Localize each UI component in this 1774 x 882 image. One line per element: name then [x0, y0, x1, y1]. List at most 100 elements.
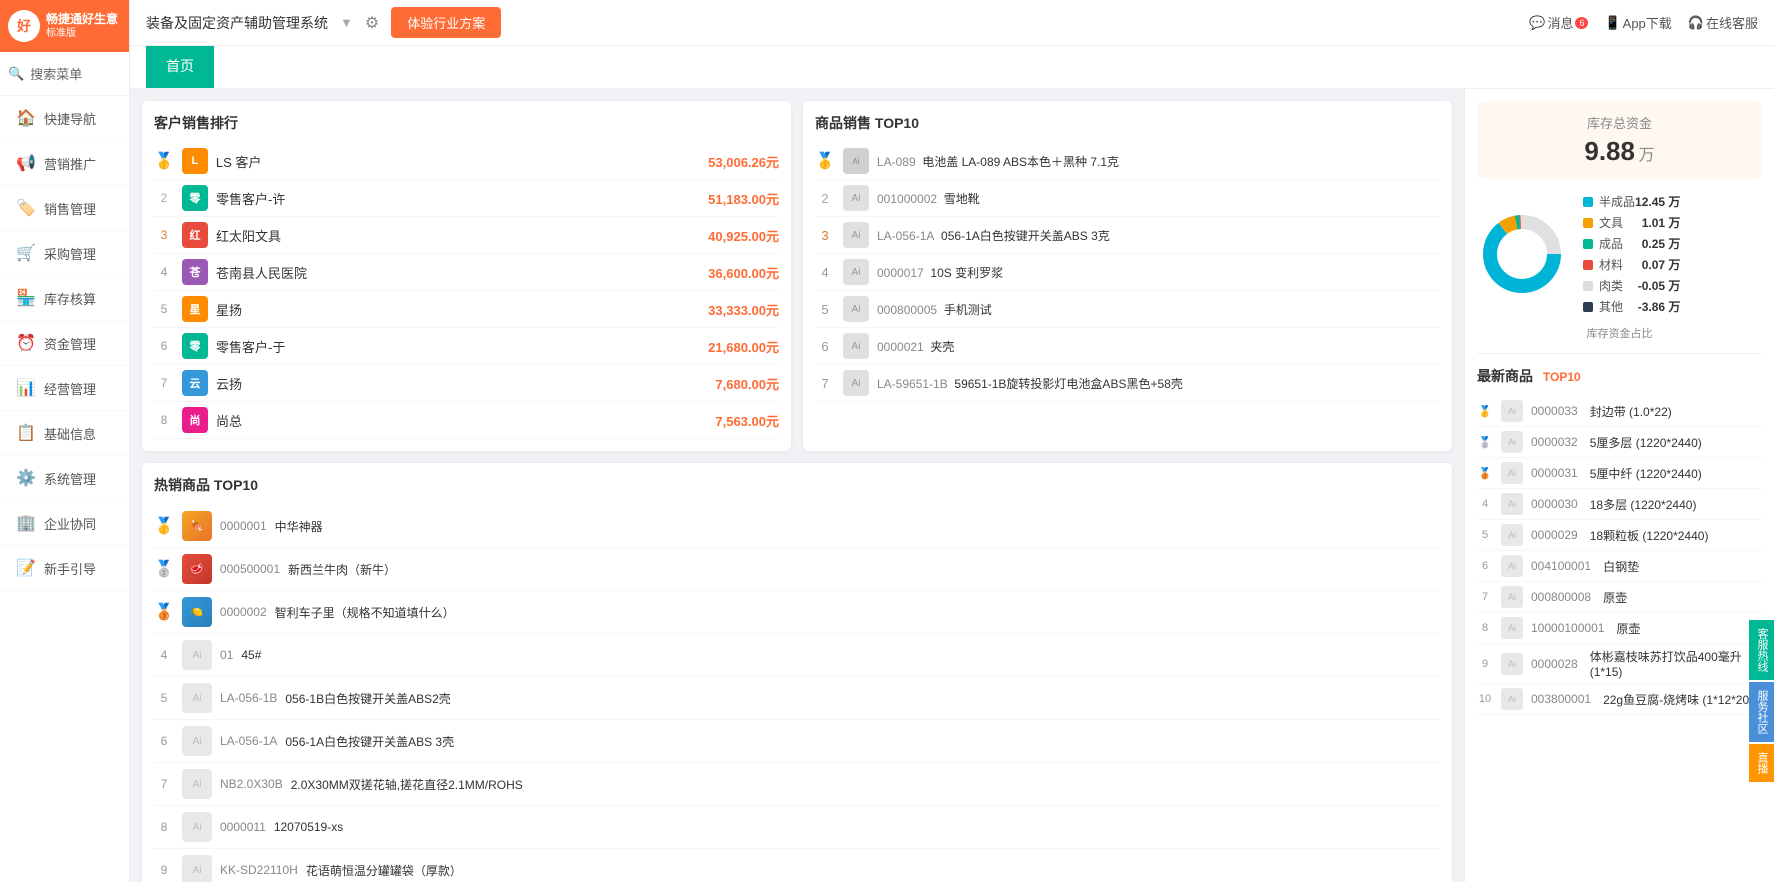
list-item: 7 云 云扬 7,680.00元: [154, 365, 779, 402]
list-item: 🥇 Ai LA-089 电池盖 LA-089 ABS本色＋黑种 7.1克: [815, 143, 1440, 180]
legend-item: 半成品 12.45 万: [1583, 191, 1680, 212]
sidebar: 好 畅捷通好生意 标准版 🔍 搜索菜单 🏠 快捷导航 📢 营销推广 🏷️ 销售管…: [0, 0, 130, 882]
list-item: 9 Ai KK-SD22110H 花语萌恒温分罐罐袋（厚款）: [154, 849, 1440, 882]
list-item: 4 Ai 0000017 10S 变利罗浆: [815, 254, 1440, 291]
rank-badge: 苍: [182, 259, 208, 285]
headset-icon: 🎧: [1688, 15, 1704, 31]
legend-item: 成品 0.25 万: [1583, 233, 1680, 254]
logo-text: 畅捷通好生意 标准版: [46, 12, 118, 41]
list-item: 🥇 🍖 0000001 中华神器: [154, 505, 1440, 548]
right-panel: 库存总资金 9.88 万: [1464, 89, 1774, 882]
list-item: 7 Ai 000800008 原壶: [1477, 582, 1762, 613]
list-item: 🥈 🥩 000500001 新西兰牛肉（新牛）: [154, 548, 1440, 591]
product-img: Ai: [1501, 400, 1523, 422]
nav-finance[interactable]: ⏰ 资金管理: [0, 321, 129, 366]
legend-item: 肉类 -0.05 万: [1583, 275, 1680, 296]
dropdown-arrow-icon[interactable]: ▼: [340, 15, 353, 30]
nav-enterprise[interactable]: 🏢 企业协同: [0, 501, 129, 546]
basicinfo-icon: 📋: [16, 423, 36, 443]
medal-gold-icon: 🥇: [154, 516, 174, 536]
newest-products-list: 🥇 Ai 0000033 封边带 (1.0*22) 🥈 Ai 0000032 5…: [1477, 396, 1762, 715]
list-item: 10 Ai 003800001 22g鱼豆腐-烧烤味 (1*12*20): [1477, 684, 1762, 715]
content-area: 客户销售排行 🥇 L LS 客户 53,006.26元 2 零 零售客户-许: [130, 89, 1774, 882]
list-item: 5 Ai LA-056-1B 056-1B白色按键开关盖ABS2壳: [154, 677, 1440, 720]
system-icon: ⚙️: [16, 468, 36, 488]
nav-operations[interactable]: 📊 经营管理: [0, 366, 129, 411]
message-icon[interactable]: 💬: [1529, 15, 1545, 31]
nav-marketing[interactable]: 📢 营销推广: [0, 141, 129, 186]
inventory-value-display: 9.88 万: [1489, 136, 1750, 167]
logo-icon: 好: [8, 10, 40, 42]
product-sales-title: 商品销售 TOP10: [815, 113, 1440, 133]
product-img: Ai: [843, 148, 869, 174]
list-item: 4 Ai 0000030 18多层 (1220*2440): [1477, 489, 1762, 520]
list-item: 8 Ai 10000100001 原壶: [1477, 613, 1762, 644]
nav-sales[interactable]: 🏷️ 销售管理: [0, 186, 129, 231]
list-item: 🥈 Ai 0000032 5厘多层 (1220*2440): [1477, 427, 1762, 458]
search-menu-button[interactable]: 🔍 搜索菜单: [8, 60, 121, 87]
online-service-section[interactable]: 🎧 在线客服: [1688, 13, 1758, 32]
legend-color-dot: [1583, 218, 1593, 228]
inventory-total: 库存总资金 9.88 万: [1477, 101, 1762, 179]
legend-color-dot: [1583, 260, 1593, 270]
list-item: 4 苍 苍南县人民医院 36,600.00元: [154, 254, 779, 291]
tab-home[interactable]: 首页: [146, 46, 214, 88]
medal-gold-icon: 🥇: [815, 151, 835, 171]
service-livestream-button[interactable]: 直播: [1749, 744, 1774, 782]
list-item: 9 Ai 0000028 体彬嘉枝味苏打饮品400毫升 (1*15): [1477, 644, 1762, 684]
nav-newguide[interactable]: 📝 新手引导: [0, 546, 129, 591]
product-thumbnail: Ai: [182, 769, 212, 799]
list-item: 8 尚 尚总 7,563.00元: [154, 402, 779, 439]
service-buttons: 客服热线 服务社区 直播: [1749, 620, 1774, 782]
product-thumbnail: 🍋: [182, 597, 212, 627]
search-icon: 🔍: [8, 66, 24, 82]
inventory-chart: 半成品 12.45 万 文具 1.01 万: [1477, 191, 1762, 317]
newest-products-section: 最新商品 TOP10 🥇 Ai 0000033 封边带 (1.0*22) 🥈 A…: [1477, 366, 1762, 715]
product-thumbnail: Ai: [182, 812, 212, 842]
sales-icon: 🏷️: [16, 198, 36, 218]
top-rankings-row: 客户销售排行 🥇 L LS 客户 53,006.26元 2 零 零售客户-许: [142, 101, 1452, 451]
product-thumbnail: Ai: [182, 640, 212, 670]
product-img: Ai: [1501, 586, 1523, 608]
product-img: Ai: [843, 222, 869, 248]
legend-color-dot: [1583, 197, 1593, 207]
product-img: Ai: [843, 185, 869, 211]
legend-color-dot: [1583, 281, 1593, 291]
product-thumbnail: 🍖: [182, 511, 212, 541]
product-img: Ai: [1501, 555, 1523, 577]
nav-basicinfo[interactable]: 📋 基础信息: [0, 411, 129, 456]
donut-chart-svg: [1477, 209, 1567, 299]
product-thumbnail: Ai: [182, 726, 212, 756]
nav-system[interactable]: ⚙️ 系统管理: [0, 456, 129, 501]
list-item: 6 Ai 004100001 白钢垫: [1477, 551, 1762, 582]
nav-purchase[interactable]: 🛒 采购管理: [0, 231, 129, 276]
sidebar-logo: 好 畅捷通好生意 标准版: [0, 0, 129, 52]
product-img: Ai: [1501, 688, 1523, 710]
legend-color-dot: [1583, 239, 1593, 249]
product-thumbnail: Ai: [182, 855, 212, 882]
nav-quicknav[interactable]: 🏠 快捷导航: [0, 96, 129, 141]
chart-label: 库存资金占比: [1477, 325, 1762, 341]
hot-products-card: 热销商品 TOP10 🥇 🍖 0000001 中华神器 🥈 🥩 00050000…: [142, 463, 1452, 882]
list-item: 2 Ai 001000002 雪地靴: [815, 180, 1440, 217]
service-hotline-button[interactable]: 客服热线: [1749, 620, 1774, 680]
trial-button[interactable]: 体验行业方案: [391, 7, 501, 38]
finance-icon: ⏰: [16, 333, 36, 353]
settings-icon[interactable]: ⚙: [365, 13, 379, 33]
app-download-section[interactable]: 📱 App下载: [1604, 13, 1671, 32]
product-thumbnail: Ai: [182, 683, 212, 713]
purchase-icon: 🛒: [16, 243, 36, 263]
list-item: 🥇 L LS 客户 53,006.26元: [154, 143, 779, 180]
inventory-legend: 半成品 12.45 万 文具 1.01 万: [1583, 191, 1680, 317]
product-img: Ai: [1501, 653, 1523, 675]
service-community-button[interactable]: 服务社区: [1749, 682, 1774, 742]
list-item: 8 Ai 0000011 12070519-xs: [154, 806, 1440, 849]
hot-products-title: 热销商品 TOP10: [154, 475, 1440, 495]
list-item: 2 零 零售客户-许 51,183.00元: [154, 180, 779, 217]
system-name: 装备及固定资产辅助管理系统: [146, 13, 328, 33]
product-img: Ai: [1501, 493, 1523, 515]
phone-icon: 📱: [1604, 15, 1620, 31]
newest-products-title: 最新商品 TOP10: [1477, 366, 1762, 386]
rank-badge: 零: [182, 185, 208, 211]
nav-inventory[interactable]: 🏪 库存核算: [0, 276, 129, 321]
